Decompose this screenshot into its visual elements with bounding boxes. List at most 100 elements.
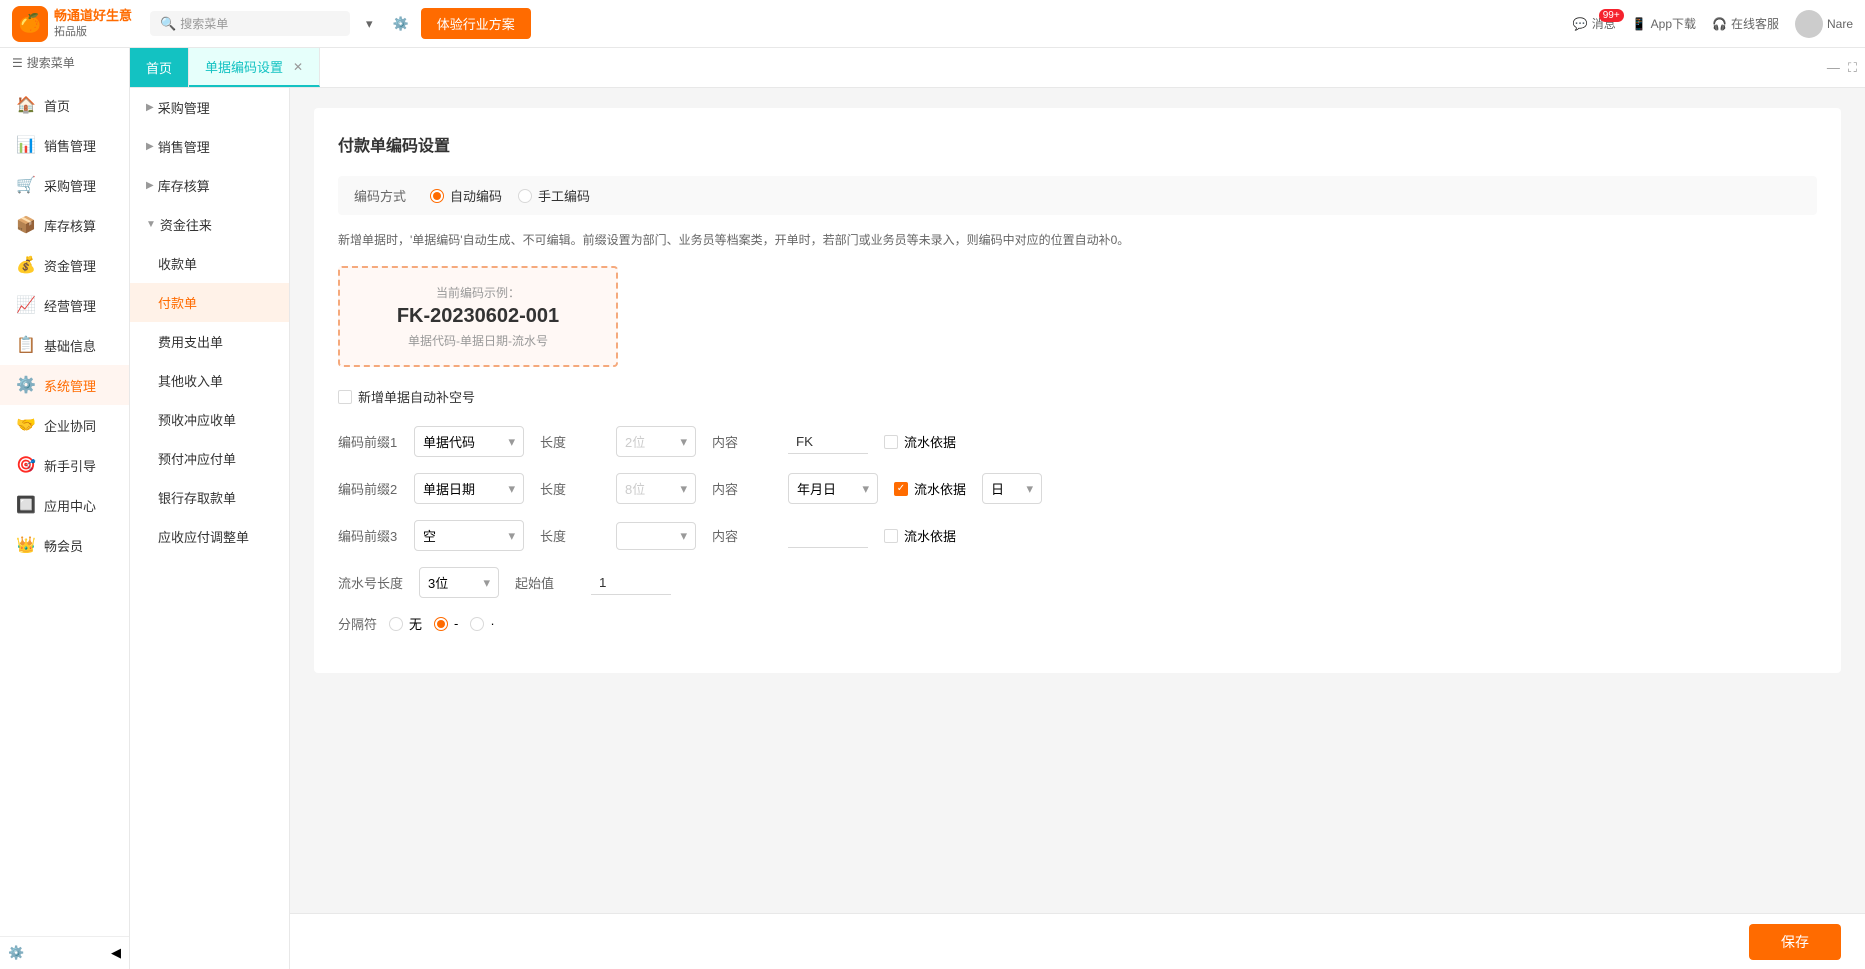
settings-bottom-icon[interactable]: ⚙️ xyxy=(8,945,24,961)
prefix-select-2[interactable]: 单据日期 ▾ xyxy=(414,473,524,504)
prefix-row-2: 编码前缀2 单据日期 ▾ 长度 8位 ▾ 内容 xyxy=(338,473,1817,504)
preview-label: 当前编码示例： xyxy=(364,284,592,301)
sep-dot-btn[interactable] xyxy=(434,617,448,631)
main-layout: ☰ 搜索菜单 🏠 首页 📊 销售管理 🛒 采购管理 📦 库存核算 💰 资 xyxy=(0,48,1865,969)
industry-btn[interactable]: 体验行业方案 xyxy=(421,8,531,39)
auto-fill-row: 新增单据自动补空号 xyxy=(338,387,1817,406)
sep-dot2-radio[interactable]: · xyxy=(470,616,494,631)
nav-payment[interactable]: 付款单 xyxy=(130,283,289,322)
arrow-right-icon: ▶ xyxy=(146,180,154,191)
nav-other-income[interactable]: 其他收入单 xyxy=(130,361,289,400)
arrow-right-icon: ▶ xyxy=(146,141,154,152)
group-sales[interactable]: ▶ 销售管理 xyxy=(130,127,289,166)
service-btn[interactable]: 🎧 在线客服 xyxy=(1712,15,1779,32)
sidebar-item-operation[interactable]: 📈 经营管理 xyxy=(0,285,129,325)
content-select-2[interactable]: 年月日 ▾ xyxy=(788,473,878,504)
serial-unit-select[interactable]: 日 ▾ xyxy=(982,473,1042,504)
group-purchase[interactable]: ▶ 采购管理 xyxy=(130,88,289,127)
prefix-select-3[interactable]: 空 ▾ xyxy=(414,520,524,551)
sidebar-item-system[interactable]: ⚙️ 系统管理 xyxy=(0,365,129,405)
member-icon: 👑 xyxy=(16,535,36,555)
save-button[interactable]: 保存 xyxy=(1749,924,1841,960)
nav-expense[interactable]: 费用支出单 xyxy=(130,322,289,361)
finance-icon: 💰 xyxy=(16,255,36,275)
serial-length-select[interactable]: 3位 ▾ xyxy=(419,567,499,598)
sidebar-item-purchase[interactable]: 🛒 采购管理 xyxy=(0,165,129,205)
guide-icon: 🎯 xyxy=(16,455,36,475)
separator-label: 分隔符 xyxy=(338,614,377,633)
group-capital[interactable]: ▼ 资金往来 xyxy=(130,205,289,244)
serial-check-3[interactable] xyxy=(884,529,898,543)
sidebar-bottom: ⚙️ ◀ xyxy=(0,936,129,969)
minimize-icon[interactable]: — xyxy=(1827,60,1840,75)
select-arrow-icon: ▾ xyxy=(508,481,515,497)
encoding-method-label: 编码方式 xyxy=(354,186,406,205)
auto-encoding-radio-btn[interactable] xyxy=(430,189,444,203)
prefix-select-1[interactable]: 单据代码 ▾ xyxy=(414,426,524,457)
dropdown-toggle[interactable]: ▾ xyxy=(358,12,381,36)
main-page: 付款单编码设置 编码方式 自动编码 手工编码 xyxy=(290,88,1865,969)
sidebar-item-home[interactable]: 🏠 首页 xyxy=(0,85,129,125)
auto-encoding-radio[interactable]: 自动编码 xyxy=(430,186,502,205)
apps-icon: 🔲 xyxy=(16,495,36,515)
prefix-row-1: 编码前缀1 单据代码 ▾ 长度 2位 ▾ 内容 xyxy=(338,426,1817,457)
length-label-1: 长度 xyxy=(540,432,600,451)
second-sidebar: ▶ 采购管理 ▶ 销售管理 ▶ 库存核算 ▼ 资金往来 收款单 xyxy=(130,88,290,969)
nav-pre-pay[interactable]: 预付冲应付单 xyxy=(130,439,289,478)
length-label-3: 长度 xyxy=(540,526,600,545)
select-arrow-icon: ▾ xyxy=(483,575,490,591)
separator-row: 分隔符 无 - · xyxy=(338,614,1817,633)
serial-length-label: 流水号长度 xyxy=(338,573,403,592)
serial-check-1[interactable] xyxy=(884,435,898,449)
search-bar[interactable]: 🔍 搜索菜单 xyxy=(150,11,350,36)
tab-home[interactable]: 首页 xyxy=(130,48,189,87)
nav-adjust[interactable]: 应收应付调整单 xyxy=(130,517,289,556)
tabbar: 首页 单据编码设置 ✕ — ⛶ xyxy=(130,48,1865,88)
sep-none-btn[interactable] xyxy=(389,617,403,631)
settings-icon[interactable]: ⚙️ xyxy=(389,12,413,36)
nav-receipts[interactable]: 收款单 xyxy=(130,244,289,283)
sep-none-radio[interactable]: 无 xyxy=(389,614,422,633)
sales-icon: 📊 xyxy=(16,135,36,155)
sidebar-item-apps[interactable]: 🔲 应用中心 xyxy=(0,485,129,525)
select-arrow-icon: ▾ xyxy=(680,481,687,497)
select-arrow-icon: ▾ xyxy=(862,481,869,497)
message-btn[interactable]: 💬 消息 99+ xyxy=(1573,15,1616,32)
tab-encoding[interactable]: 单据编码设置 ✕ xyxy=(189,48,320,87)
group-inventory[interactable]: ▶ 库存核算 xyxy=(130,166,289,205)
manual-encoding-radio[interactable]: 手工编码 xyxy=(518,186,590,205)
collapse-icon[interactable]: ◀ xyxy=(111,945,121,961)
sidebar-item-basic[interactable]: 📋 基础信息 xyxy=(0,325,129,365)
sidebar-item-collab[interactable]: 🤝 企业协同 xyxy=(0,405,129,445)
sep-dot-radio[interactable]: - xyxy=(434,616,458,631)
phone-icon: 📱 xyxy=(1632,17,1647,31)
app-download-btn[interactable]: 📱 App下载 xyxy=(1632,15,1696,32)
maximize-icon[interactable]: ⛶ xyxy=(1848,60,1857,76)
start-value-input[interactable] xyxy=(591,571,671,595)
sidebar-item-finance[interactable]: 💰 资金管理 xyxy=(0,245,129,285)
serial-check-2[interactable]: ✓ xyxy=(894,482,908,496)
bottom-bar: 保存 xyxy=(290,913,1865,969)
content-input-3[interactable] xyxy=(788,524,868,548)
length-select-1[interactable]: 2位 ▾ xyxy=(616,426,696,457)
length-select-3[interactable]: ▾ xyxy=(616,522,696,550)
sidebar-item-member[interactable]: 👑 畅会员 xyxy=(0,525,129,565)
avatar xyxy=(1795,10,1823,38)
arrow-right-icon: ▶ xyxy=(146,102,154,113)
sidebar-item-guide[interactable]: 🎯 新手引导 xyxy=(0,445,129,485)
nav-bank[interactable]: 银行存取款单 xyxy=(130,478,289,517)
sidebar-item-inventory[interactable]: 📦 库存核算 xyxy=(0,205,129,245)
prefix-label-2: 编码前缀2 xyxy=(338,479,398,498)
auto-fill-checkbox[interactable] xyxy=(338,390,352,404)
nav-pre-receive[interactable]: 预收冲应收单 xyxy=(130,400,289,439)
topbar: 🍊 畅通道好生意 拓品版 🔍 搜索菜单 ▾ ⚙️ 体验行业方案 💬 消息 99+… xyxy=(0,0,1865,48)
manual-encoding-radio-btn[interactable] xyxy=(518,189,532,203)
user-menu[interactable]: Nare xyxy=(1795,10,1853,38)
sidebar-item-sales[interactable]: 📊 销售管理 xyxy=(0,125,129,165)
length-select-2[interactable]: 8位 ▾ xyxy=(616,473,696,504)
content-input-1[interactable] xyxy=(788,430,868,454)
serial-checkbox-2: ✓ 流水依据 xyxy=(894,479,966,498)
tab-close-icon[interactable]: ✕ xyxy=(293,60,303,74)
search-menu-btn[interactable]: ☰ 搜索菜单 xyxy=(0,48,129,77)
sep-dot2-btn[interactable] xyxy=(470,617,484,631)
